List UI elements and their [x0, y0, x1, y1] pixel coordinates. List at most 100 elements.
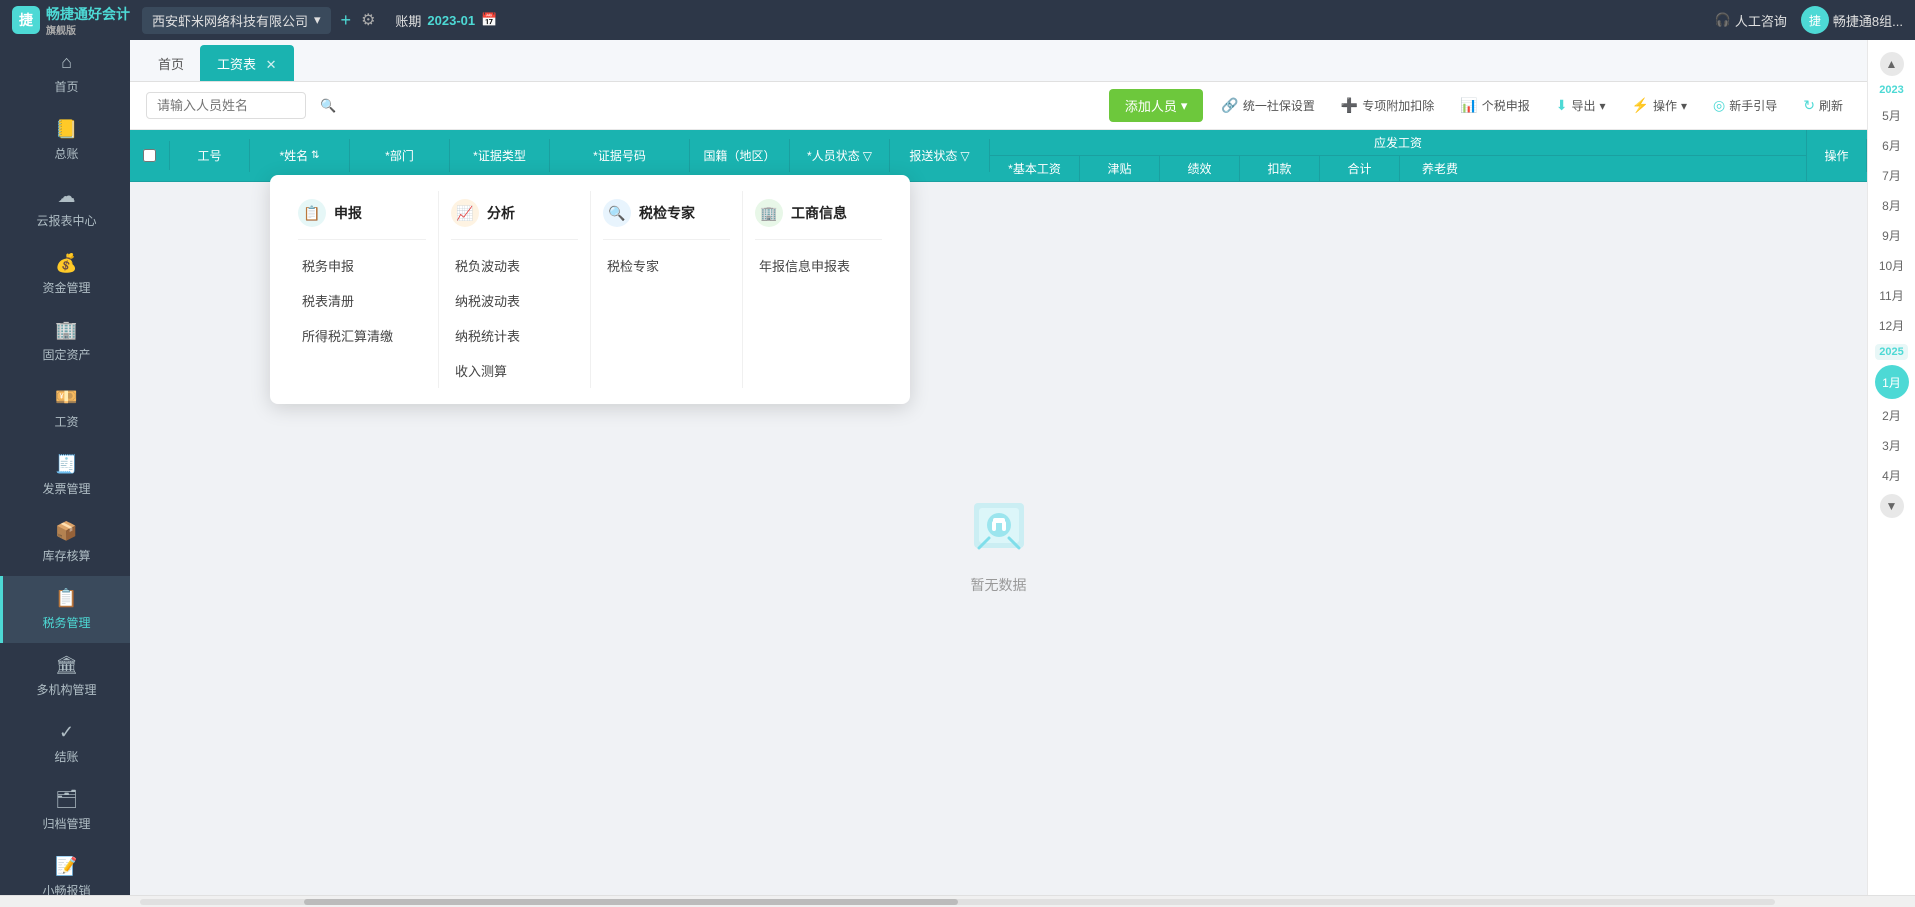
- menu-item-tax-stat[interactable]: 纳税统计表: [451, 318, 578, 353]
- menu-section-header-shuijian: 🔍 税检专家: [603, 191, 730, 240]
- export-dropdown-icon: ▾: [1600, 99, 1606, 113]
- timeline-month-1[interactable]: 1月: [1875, 365, 1909, 399]
- sidebar-item-checkout[interactable]: ✓ 结账: [0, 710, 130, 777]
- timeline-month-7[interactable]: 7月: [1873, 161, 1911, 189]
- th-name[interactable]: *姓名 ⇅: [250, 139, 350, 172]
- calendar-icon[interactable]: 📅: [481, 12, 497, 28]
- sidebar-item-invoice[interactable]: 🧾 发票管理: [0, 442, 130, 509]
- th-deduct: 扣款: [1240, 156, 1320, 181]
- timeline-month-2[interactable]: 2月: [1873, 401, 1911, 429]
- refresh-icon: ↻: [1803, 97, 1815, 114]
- sidebar-label-invoice: 发票管理: [42, 480, 90, 497]
- sidebar-label-report: 小畅报销: [42, 882, 90, 895]
- scrollbar-thumb[interactable]: [304, 899, 958, 905]
- menu-item-tax-wave[interactable]: 纳税波动表: [451, 283, 578, 318]
- user-menu[interactable]: 捷 畅捷通8组...: [1801, 6, 1903, 34]
- menu-item-tax-burden[interactable]: 税负波动表: [451, 248, 578, 283]
- menu-item-tax-expert[interactable]: 税检专家: [603, 248, 730, 283]
- select-all-checkbox[interactable]: [143, 149, 156, 162]
- company-selector[interactable]: 西安虾米网络科技有限公司 ▾: [142, 7, 331, 34]
- timeline-month-8[interactable]: 8月: [1873, 191, 1911, 219]
- menu-item-annual-report[interactable]: 年报信息申报表: [755, 248, 882, 283]
- menu-section-gongshang: 🏢 工商信息 年报信息申报表: [742, 191, 894, 388]
- sidebar-item-cloud[interactable]: ☁ 云报表中心: [0, 174, 130, 241]
- th-checkbox[interactable]: [130, 141, 170, 170]
- tax-return-btn[interactable]: 📊 个税申报: [1452, 92, 1537, 119]
- sidebar-item-tax[interactable]: 📋 税务管理: [0, 576, 130, 643]
- tab-close-icon[interactable]: ✕: [266, 57, 277, 72]
- period-area: 账期 2023-01 📅: [395, 11, 497, 30]
- shuijian-section-title: 税检专家: [639, 203, 695, 223]
- sidebar-item-asset[interactable]: 🏢 固定资产: [0, 308, 130, 375]
- timeline-month-5[interactable]: 5月: [1873, 101, 1911, 129]
- operate-label: 操作: [1653, 97, 1677, 114]
- timeline-month-4[interactable]: 4月: [1873, 461, 1911, 489]
- gongshang-section-icon: 🏢: [755, 199, 783, 227]
- th-status[interactable]: *人员状态 ▽: [790, 139, 890, 172]
- settings-icon[interactable]: ⚙: [361, 10, 375, 30]
- menu-section-header-gongshang: 🏢 工商信息: [755, 191, 882, 240]
- th-idno: *证据号码: [550, 139, 690, 172]
- salary-icon: 💴: [55, 387, 77, 408]
- th-pension: 养老费: [1400, 156, 1480, 181]
- timeline-month-11[interactable]: 11月: [1873, 281, 1911, 309]
- ai-service-btn[interactable]: 🎧 人工咨询: [1715, 11, 1787, 30]
- export-btn[interactable]: ⬇ 导出 ▾: [1548, 92, 1614, 119]
- add-person-label: 添加人员: [1125, 96, 1177, 115]
- home-icon: ⌂: [61, 52, 72, 73]
- fund-icon: 💰: [55, 253, 77, 274]
- social-insurance-btn[interactable]: 🔗 统一社保设置: [1213, 92, 1322, 119]
- archive-icon: 🗂: [55, 789, 78, 810]
- timeline-down-nav[interactable]: ▼: [1880, 494, 1904, 518]
- th-name-label: *姓名: [279, 147, 308, 164]
- search-input[interactable]: [146, 92, 306, 119]
- th-no-label: 工号: [197, 147, 221, 164]
- timeline-month-6[interactable]: 6月: [1873, 131, 1911, 159]
- sidebar-item-home[interactable]: ⌂ 首页: [0, 40, 130, 107]
- timeline-month-12[interactable]: 12月: [1873, 311, 1911, 339]
- menu-item-tax-return[interactable]: 税务申报: [298, 248, 426, 283]
- timeline-year-prev: 2023: [1879, 84, 1903, 96]
- tab-home[interactable]: 首页: [146, 46, 196, 81]
- special-deduct-btn[interactable]: ➕ 专项附加扣除: [1333, 92, 1442, 119]
- timeline-month-3[interactable]: 3月: [1873, 431, 1911, 459]
- th-status-label: *人员状态: [807, 147, 860, 164]
- period-label: 账期: [395, 11, 421, 30]
- menu-item-income-tax[interactable]: 所得税汇算清缴: [298, 318, 426, 353]
- tab-salary-table[interactable]: 工资表 ✕: [200, 45, 294, 81]
- th-report-label: 报送状态: [909, 147, 957, 164]
- tax-return-icon: 📊: [1460, 97, 1477, 114]
- sidebar-item-inventory[interactable]: 📦 库存核算: [0, 509, 130, 576]
- menu-item-income-estimate[interactable]: 收入测算: [451, 353, 578, 388]
- th-base-wage: *基本工资: [990, 156, 1080, 181]
- menu-section-shui-jian: 🔍 税检专家 税检专家: [590, 191, 742, 388]
- avatar: 捷: [1801, 6, 1829, 34]
- th-report[interactable]: 报送状态 ▽: [890, 139, 990, 172]
- sidebar-item-multi[interactable]: 🏛 多机构管理: [0, 643, 130, 710]
- sidebar-item-ledger[interactable]: 📒 总账: [0, 107, 130, 174]
- username: 畅捷通8组...: [1833, 11, 1903, 30]
- logo-area: 捷 畅捷通好会计 旗舰版: [12, 4, 132, 37]
- refresh-btn[interactable]: ↻ 刷新: [1795, 92, 1851, 119]
- timeline-month-9[interactable]: 9月: [1873, 221, 1911, 249]
- th-dept: *部门: [350, 139, 450, 172]
- sidebar: ⌂ 首页 📒 总账 ☁ 云报表中心 💰 资金管理 🏢 固定资产 💴 工资 🧾 发…: [0, 40, 130, 895]
- scrollbar-area: [0, 895, 1915, 907]
- report-filter-icon: ▽: [960, 149, 969, 163]
- newbie-btn[interactable]: ◎ 新手引导: [1705, 92, 1785, 119]
- sidebar-label-asset: 固定资产: [42, 346, 90, 363]
- th-idno-label: *证据号码: [593, 147, 646, 164]
- add-person-button[interactable]: 添加人员 ▾: [1109, 89, 1204, 122]
- sidebar-item-salary[interactable]: 💴 工资: [0, 375, 130, 442]
- timeline-up-nav[interactable]: ▲: [1880, 52, 1904, 76]
- menu-item-tax-table[interactable]: 税表清册: [298, 283, 426, 318]
- sidebar-item-archive[interactable]: 🗂 归档管理: [0, 777, 130, 844]
- operate-btn[interactable]: ⚡ 操作 ▾: [1624, 92, 1695, 119]
- timeline-month-10[interactable]: 10月: [1873, 251, 1911, 279]
- sidebar-item-fund[interactable]: 💰 资金管理: [0, 241, 130, 308]
- menu-section-shenbao: 📋 申报 税务申报 税表清册 所得税汇算清缴: [286, 191, 438, 388]
- special-deduct-label: 专项附加扣除: [1362, 97, 1434, 114]
- add-company-icon[interactable]: +: [341, 10, 352, 31]
- shenbao-section-title: 申报: [334, 203, 362, 223]
- sidebar-item-report[interactable]: 📝 小畅报销: [0, 844, 130, 895]
